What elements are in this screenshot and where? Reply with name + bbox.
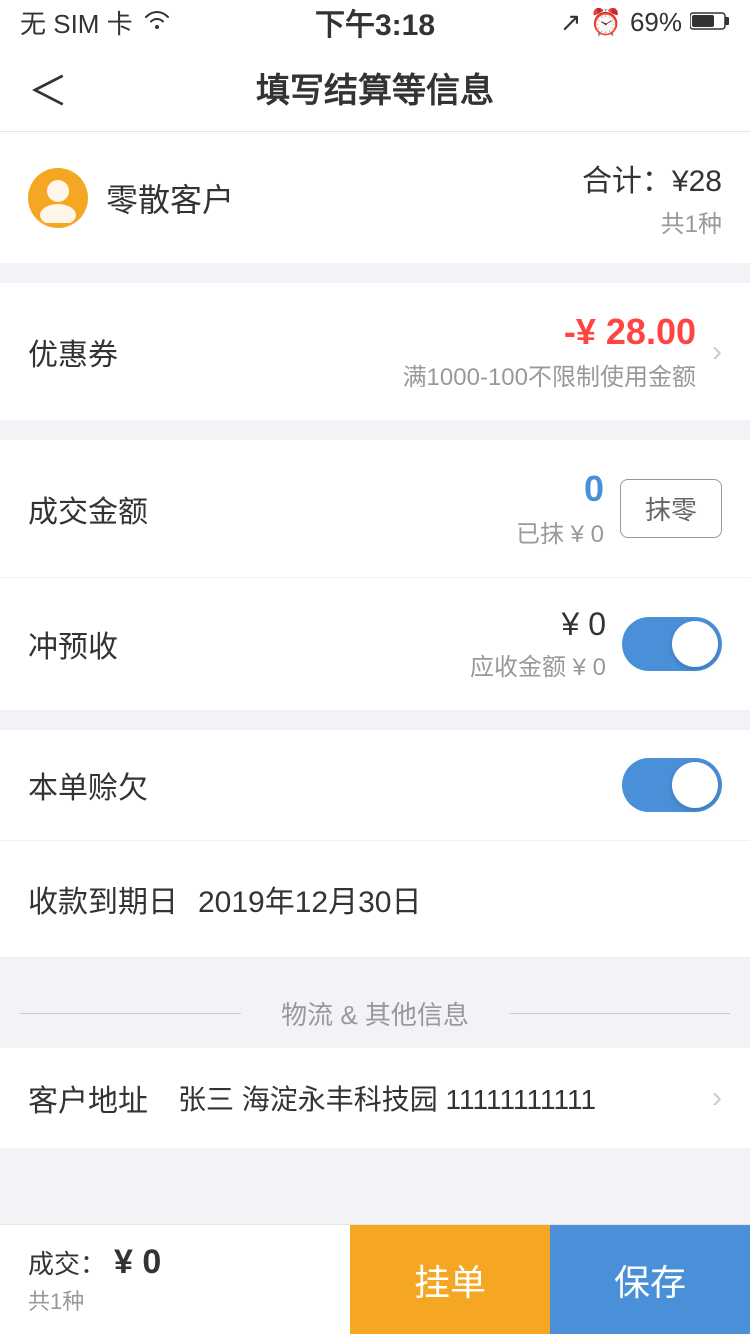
status-bar: 无 SIM 卡 下午3:18 ↗ ⏰ 69% [0, 0, 750, 44]
debt-right [622, 758, 722, 812]
coupon-amount: -¥ 28.00 [403, 311, 696, 353]
deal-amount-value-block: 0 已抹 ¥ 0 [516, 468, 604, 549]
chevron-right-icon: › [712, 335, 722, 369]
due-date-value: 2019年12月30日 [198, 877, 421, 921]
total-count: 共1种 [582, 204, 722, 239]
alarm-icon: ⏰ [590, 7, 622, 38]
coupon-section: 优惠券 -¥ 28.00 满1000-100不限制使用金额 › [0, 283, 750, 420]
customer-name: 零散客户 [106, 175, 234, 221]
avatar [28, 168, 88, 228]
logistics-header: 物流 & 其他信息 [0, 978, 750, 1048]
customer-left: 零散客户 [28, 168, 234, 228]
carrier-text: 无 SIM 卡 [20, 4, 133, 41]
bottom-bar: 成交： ¥ 0 共1种 挂单 保存 [0, 1224, 750, 1334]
wifi-icon [143, 8, 171, 36]
divider-left [20, 1013, 241, 1014]
location-icon: ↗ [560, 7, 582, 38]
bottom-deal-amount: ¥ 0 [114, 1243, 161, 1282]
prepay-right: ¥ 0 应收金额 ¥ 0 [470, 606, 722, 682]
coupon-row[interactable]: 优惠券 -¥ 28.00 满1000-100不限制使用金额 › [0, 283, 750, 420]
prepay-sub: 应收金额 ¥ 0 [470, 647, 606, 682]
address-label: 客户地址 [28, 1076, 168, 1120]
address-value: 张三 海淀永丰科技园 11111111111 [178, 1078, 712, 1118]
debt-row: 本单赊欠 [0, 730, 750, 841]
deal-section: 成交金额 0 已抹 ¥ 0 抹零 冲预收 ¥ 0 应收金额 ¥ 0 [0, 440, 750, 710]
coupon-right: -¥ 28.00 满1000-100不限制使用金额 › [403, 311, 722, 392]
round-button[interactable]: 抹零 [620, 479, 722, 538]
battery-text: 69% [630, 7, 682, 38]
customer-row: 零散客户 合计：¥28 共1种 [0, 132, 750, 263]
address-chevron-icon: › [712, 1081, 722, 1115]
debt-toggle[interactable] [622, 758, 722, 812]
logistics-title: 物流 & 其他信息 [281, 995, 469, 1032]
battery-icon [690, 7, 730, 38]
prepay-label: 冲预收 [28, 622, 118, 666]
coupon-label: 优惠券 [28, 330, 118, 374]
save-button[interactable]: 保存 [550, 1225, 750, 1334]
nav-bar: ＜ 填写结算等信息 [0, 44, 750, 132]
status-left: 无 SIM 卡 [20, 4, 171, 41]
total-amount: 合计：¥28 [582, 156, 722, 200]
address-row[interactable]: 客户地址 张三 海淀永丰科技园 11111111111 › [0, 1048, 750, 1148]
deal-amount-row: 成交金额 0 已抹 ¥ 0 抹零 [0, 440, 750, 578]
bottom-info: 成交： ¥ 0 共1种 [0, 1243, 350, 1316]
back-button[interactable]: ＜ [28, 59, 68, 117]
page-title: 填写结算等信息 [256, 63, 494, 112]
divider-right [509, 1013, 730, 1014]
deal-amount-right: 0 已抹 ¥ 0 抹零 [516, 468, 722, 549]
prepay-toggle[interactable] [622, 617, 722, 671]
deal-amount-sub: 已抹 ¥ 0 [516, 514, 604, 549]
customer-total: 合计：¥28 共1种 [582, 156, 722, 239]
content: 零散客户 合计：¥28 共1种 优惠券 -¥ 28.00 满1000-100不限… [0, 132, 750, 1288]
debt-label: 本单赊欠 [28, 763, 148, 807]
hang-button[interactable]: 挂单 [350, 1225, 550, 1334]
coupon-value: -¥ 28.00 满1000-100不限制使用金额 [403, 311, 696, 392]
prepay-row: 冲预收 ¥ 0 应收金额 ¥ 0 [0, 578, 750, 710]
coupon-desc: 满1000-100不限制使用金额 [403, 357, 696, 392]
bottom-deal-label: 成交： [28, 1244, 106, 1281]
prepay-value: ¥ 0 [470, 606, 606, 643]
status-time: 下午3:18 [315, 0, 435, 44]
due-date-row: 收款到期日 2019年12月30日 [0, 841, 750, 958]
due-date-label: 收款到期日 [28, 877, 178, 921]
prepay-value-block: ¥ 0 应收金额 ¥ 0 [470, 606, 606, 682]
deal-amount-value: 0 [516, 468, 604, 510]
address-section: 客户地址 张三 海淀永丰科技园 11111111111 › [0, 1048, 750, 1148]
bottom-count: 共1种 [28, 1284, 322, 1316]
deal-amount-label: 成交金额 [28, 487, 148, 531]
status-right: ↗ ⏰ 69% [560, 7, 730, 38]
debt-section: 本单赊欠 收款到期日 2019年12月30日 [0, 730, 750, 958]
